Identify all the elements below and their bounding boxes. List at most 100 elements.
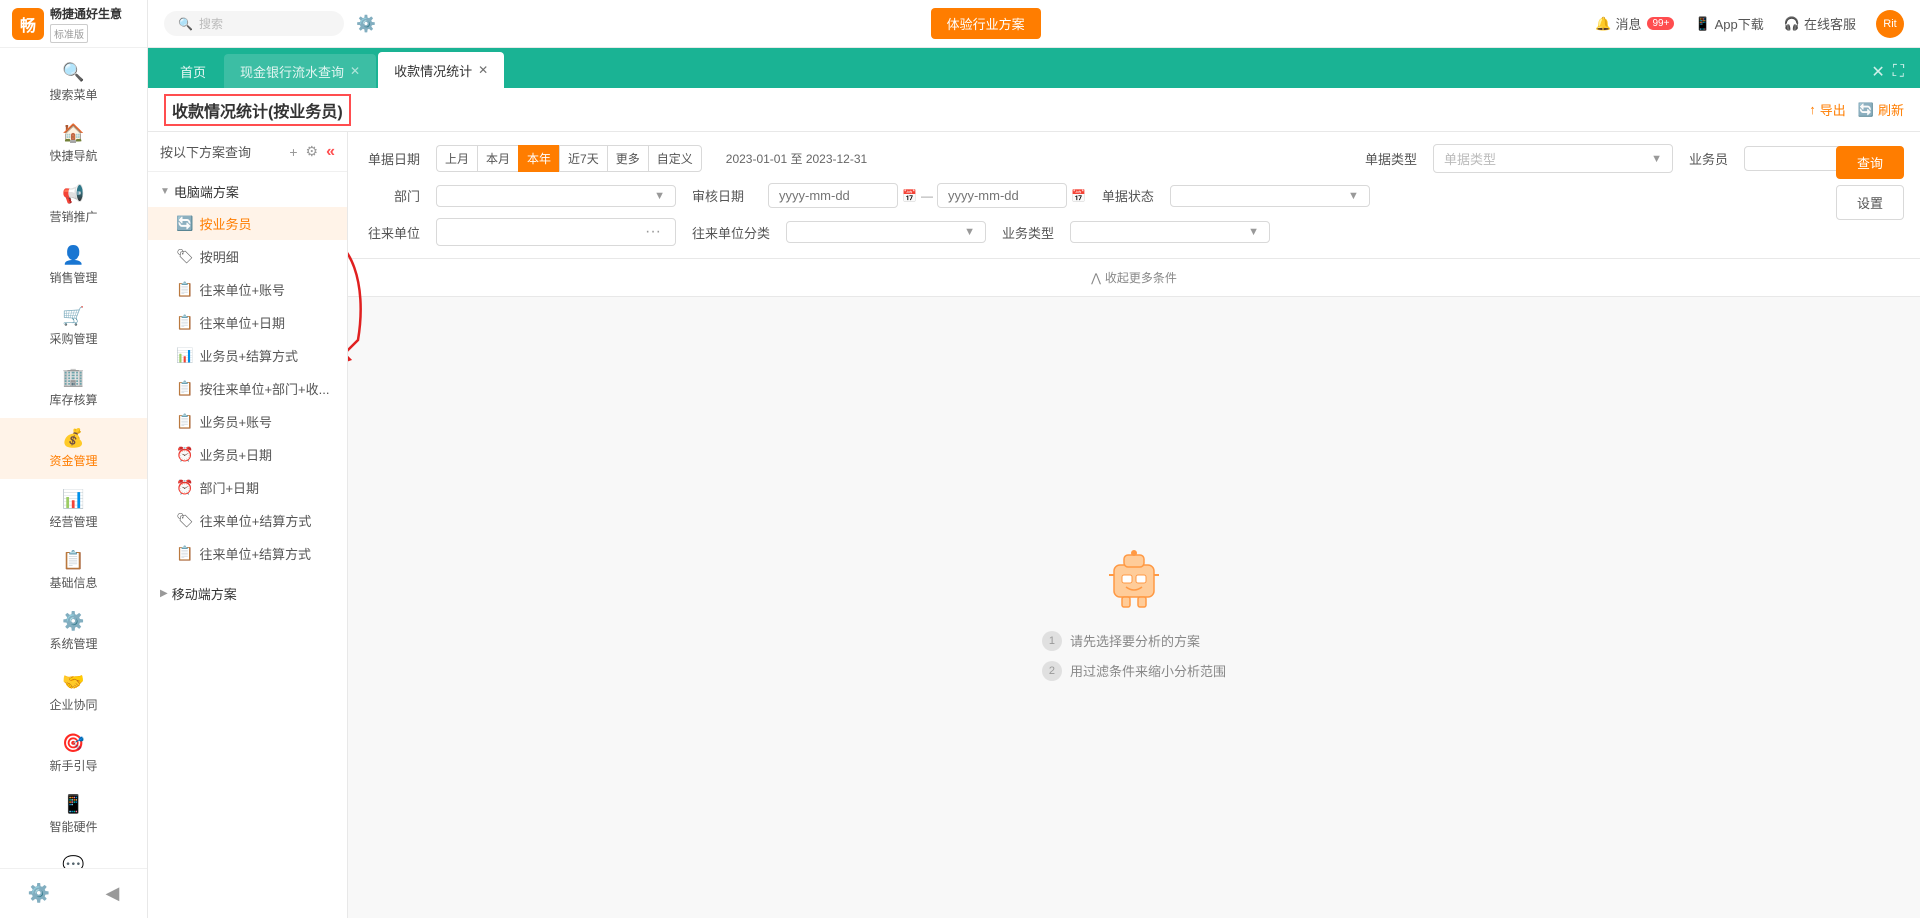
sidebar-item-inventory[interactable]: 🏢库存核算: [0, 357, 147, 418]
tree-container: ▼电脑端方案🔄按业务员🏷按明细📋往来单位+账号📋往来单位+日期📊业务员+结算方式…: [148, 172, 347, 613]
trial-btn[interactable]: 体验行业方案: [931, 8, 1041, 39]
logo-icon: 畅: [12, 8, 44, 40]
partner-class-select[interactable]: ▼: [786, 221, 986, 243]
app-download[interactable]: 📱 App下载: [1694, 14, 1763, 33]
tree-group-mobile: ▶移动端方案: [148, 574, 347, 613]
logo-text-block: 畅捷通好生意 标准版: [50, 5, 122, 43]
sidebar-item-operation[interactable]: 📊 经营管理: [0, 479, 147, 540]
settings-bottom-icon[interactable]: ⚙️: [24, 879, 54, 908]
export-btn[interactable]: ↑ 导出: [1809, 100, 1846, 119]
date-range-text: 2023-01-01 至 2023-12-31: [726, 150, 867, 167]
collapse-btn[interactable]: ⋀ 收起更多条件: [1091, 269, 1177, 286]
date-btn-group: 上月 本月 本年 近7天 更多 自定义: [436, 145, 702, 172]
review-date-end-calendar[interactable]: 📅: [1071, 189, 1086, 203]
sidebar-item-sales[interactable]: 👤销售管理: [0, 235, 147, 296]
date-btn-this-month[interactable]: 本月: [477, 145, 518, 172]
tab-collection-stat[interactable]: 收款情况统计 ✕: [378, 52, 504, 88]
hardware-icon: 📱: [62, 794, 84, 815]
salesperson-date-label: 业务员+日期: [199, 445, 272, 464]
tree-item-partner-date[interactable]: 📋往来单位+日期: [148, 306, 347, 339]
doc-status-select[interactable]: ▼: [1170, 185, 1370, 207]
sidebar-bottom: ⚙️ ◀: [0, 868, 147, 918]
date-btn-this-year[interactable]: 本年: [518, 145, 559, 172]
partner-select[interactable]: ···: [436, 218, 676, 246]
notification-badge: 99+: [1647, 17, 1674, 30]
sidebar-item-basic[interactable]: 📋基础信息: [0, 540, 147, 601]
purchase-label: 采购管理: [49, 330, 97, 347]
search-icon: 🔍: [62, 62, 84, 83]
sidebar-item-search[interactable]: 🔍 搜索菜单: [0, 52, 147, 113]
tree-item-salesperson-date[interactable]: ⏰业务员+日期: [148, 438, 347, 471]
by-salesperson-label: 按业务员: [199, 214, 251, 233]
date-btn-last-month[interactable]: 上月: [436, 145, 477, 172]
review-date-end[interactable]: [937, 183, 1067, 208]
online-service[interactable]: 🎧 在线客服: [1784, 14, 1856, 33]
salesperson-account-label: 业务员+账号: [199, 412, 272, 431]
salesperson-settlement-label: 业务员+结算方式: [199, 346, 298, 365]
date-btn-custom[interactable]: 自定义: [648, 145, 702, 172]
refresh-btn[interactable]: 🔄 刷新: [1858, 100, 1904, 119]
tree-item-partner-dept-collection[interactable]: 📋按往来单位+部门+收...: [148, 372, 347, 405]
tab-collection-stat-close[interactable]: ✕: [478, 63, 488, 77]
search-label: 搜索菜单: [49, 86, 97, 103]
sidebar-item-marketing[interactable]: 📢营销推广: [0, 174, 147, 235]
marketing-label: 营销推广: [49, 208, 97, 225]
tree-item-dept-date[interactable]: ⏰部门+日期: [148, 471, 347, 504]
dept-select[interactable]: ▼: [436, 185, 676, 207]
tree-group-title-desktop[interactable]: ▼电脑端方案: [148, 176, 347, 207]
date-btn-last7[interactable]: 近7天: [559, 145, 607, 172]
operation-icon: 📊: [62, 489, 84, 510]
date-label: 单据日期: [364, 149, 420, 168]
filter-area: 单据日期 上月 本月 本年 近7天 更多 自定义 2023-01-01 至 20…: [348, 132, 1920, 259]
sidebar-item-system[interactable]: ⚙️系统管理: [0, 601, 147, 662]
partner-class-label: 往来单位分类: [692, 223, 770, 242]
tree-item-partner-settlement2[interactable]: 📋往来单位+结算方式: [148, 537, 347, 570]
tab-bank-flow-close[interactable]: ✕: [350, 64, 360, 78]
tree-item-by-detail[interactable]: 🏷按明细: [148, 240, 347, 273]
search-icon: 🔍: [178, 17, 193, 31]
notification-area[interactable]: 🔔 消息 99+: [1595, 14, 1674, 33]
sidebar-item-finance[interactable]: 💰资金管理: [0, 418, 147, 479]
close-window-icon[interactable]: ✕: [1871, 62, 1884, 82]
export-icon: ↑: [1809, 102, 1816, 117]
sidebar-item-wechat[interactable]: 💬企业微信: [0, 845, 147, 868]
sidebar-item-quick-nav[interactable]: 🏠快捷导航: [0, 113, 147, 174]
partner-dots[interactable]: ···: [645, 223, 661, 241]
date-btn-more[interactable]: 更多: [607, 145, 648, 172]
tree-item-salesperson-account[interactable]: 📋业务员+账号: [148, 405, 347, 438]
doc-type-select[interactable]: 单据类型 ▼: [1433, 144, 1673, 173]
topbar-search[interactable]: 🔍 搜索: [164, 11, 344, 36]
operation-label: 经营管理: [49, 513, 97, 530]
maximize-window-icon[interactable]: ⛶: [1893, 63, 1904, 81]
tree-item-salesperson-settlement[interactable]: 📊业务员+结算方式: [148, 339, 347, 372]
tab-home[interactable]: 首页: [164, 54, 222, 88]
review-date-start[interactable]: [768, 183, 898, 208]
tree-group-title-mobile[interactable]: ▶移动端方案: [148, 578, 347, 609]
action-btn-group: 查询 设置: [1836, 146, 1904, 220]
query-btn[interactable]: 查询: [1836, 146, 1904, 179]
tab-bank-flow[interactable]: 现金银行流水查询 ✕: [224, 54, 376, 88]
biz-type-select[interactable]: ▼: [1070, 221, 1270, 243]
collapse-sidebar-icon[interactable]: ◀: [101, 879, 123, 908]
user-avatar[interactable]: Rit: [1876, 10, 1904, 38]
tree-item-partner-settlement1[interactable]: 🏷往来单位+结算方式: [148, 504, 347, 537]
dept-arrow: ▼: [654, 190, 665, 202]
settings-icon[interactable]: ⚙️: [356, 14, 376, 34]
partner-class-arrow: ▼: [964, 226, 975, 238]
review-date-start-calendar[interactable]: 📅: [902, 189, 917, 203]
partner-date-icon: 📋: [176, 314, 193, 331]
topbar-right: 🔔 消息 99+ 📱 App下载 🎧 在线客服 Rit: [1595, 10, 1904, 38]
add-scheme-icon[interactable]: +: [289, 144, 297, 160]
logo-name: 畅捷通好生意: [50, 5, 122, 22]
tree-item-by-salesperson[interactable]: 🔄按业务员: [148, 207, 347, 240]
sidebar-item-guide[interactable]: 🎯新手引导: [0, 723, 147, 784]
collapse-panel-icon[interactable]: «: [326, 143, 335, 161]
sidebar-item-purchase[interactable]: 🛒采购管理: [0, 296, 147, 357]
scheme-settings-icon[interactable]: ⚙: [306, 143, 319, 160]
sidebar-item-enterprise[interactable]: 🤝企业协同: [0, 662, 147, 723]
tree-item-partner-account[interactable]: 📋往来单位+账号: [148, 273, 347, 306]
sidebar-item-hardware[interactable]: 📱智能硬件: [0, 784, 147, 845]
tabbar: 首页 现金银行流水查询 ✕ 收款情况统计 ✕ ✕ ⛶: [148, 48, 1920, 88]
filter-settings-btn[interactable]: 设置: [1836, 185, 1904, 220]
inventory-icon: 🏢: [62, 367, 84, 388]
